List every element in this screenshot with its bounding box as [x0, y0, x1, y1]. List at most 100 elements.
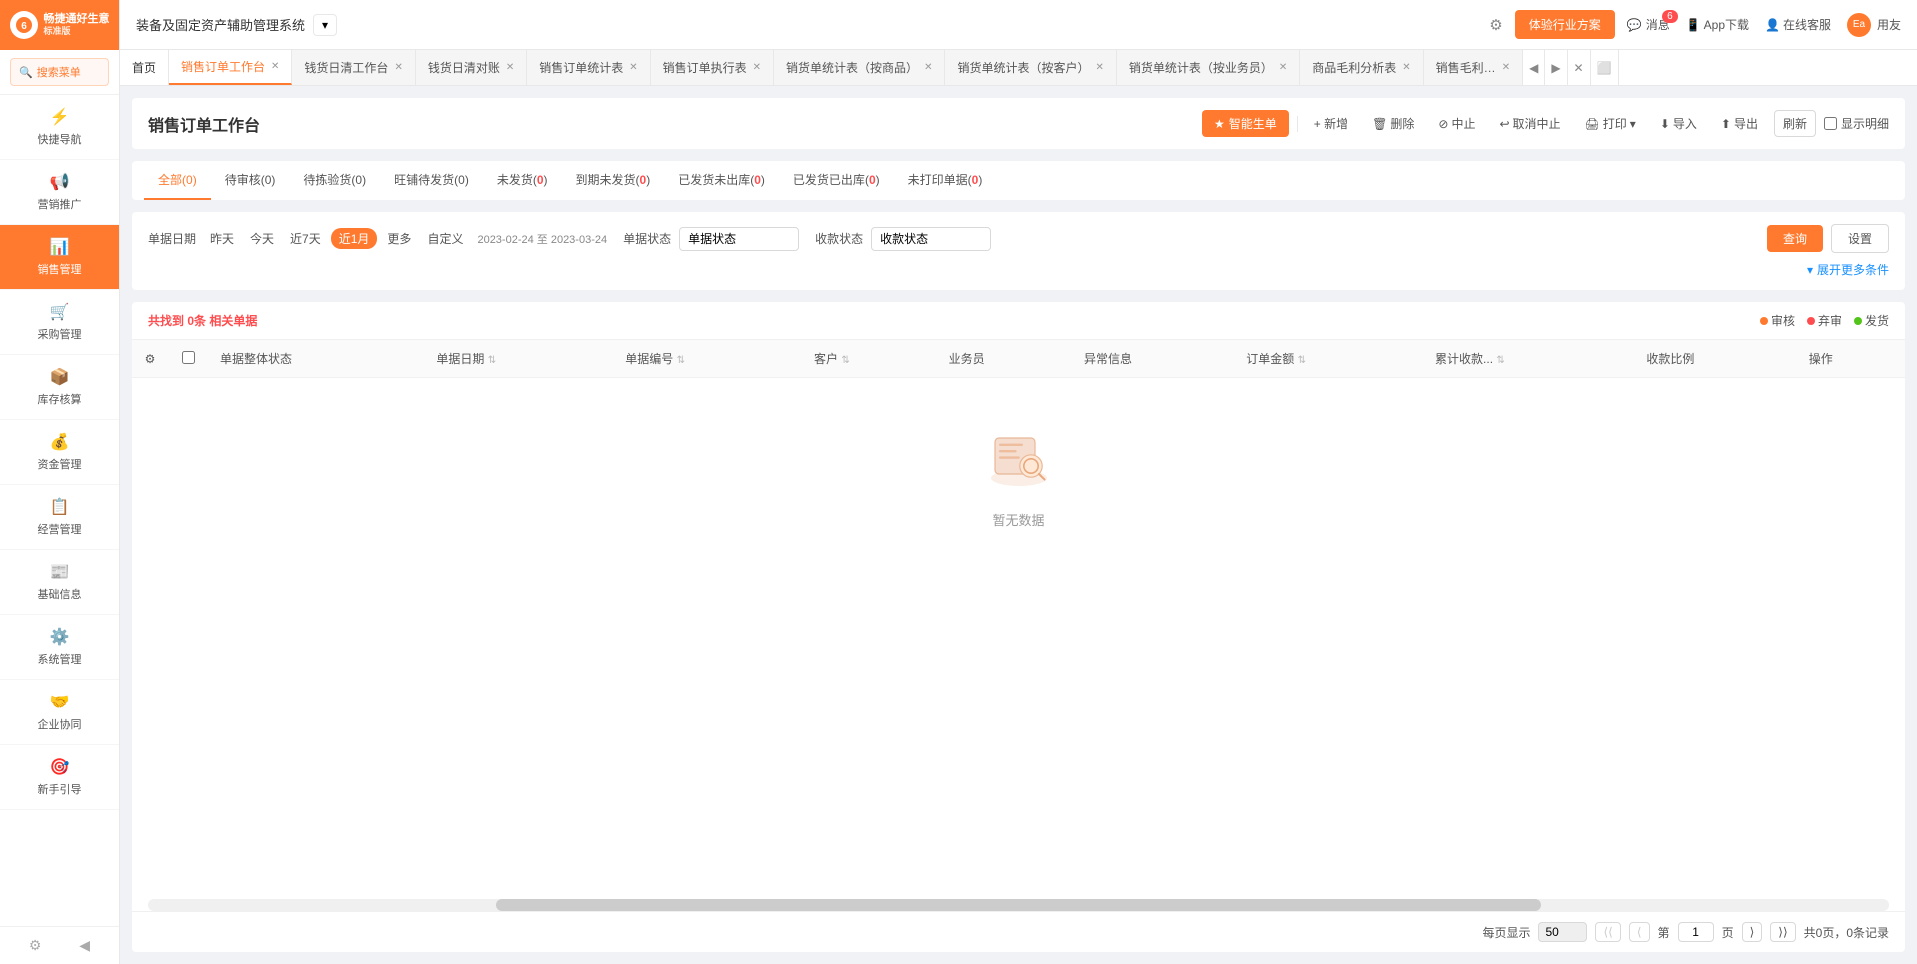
date-custom[interactable]: 自定义	[421, 228, 469, 249]
user-info: Ea 用友	[1847, 13, 1901, 37]
col-amount[interactable]: 订单金额 ⇅	[1234, 340, 1423, 378]
tab-order-exec[interactable]: 销售订单执行表 ✕	[651, 50, 774, 85]
col-customer[interactable]: 客户 ⇅	[802, 340, 937, 378]
tab-close-icon[interactable]: ✕	[1095, 62, 1103, 73]
subtab-unshipped[interactable]: 未发货(0)	[483, 161, 562, 200]
status-select[interactable]: 单据状态	[679, 227, 799, 251]
subtab-overdue-unshipped[interactable]: 到期未发货(0)	[562, 161, 665, 200]
sidebar-item-finance[interactable]: 💰 资金管理	[0, 420, 119, 485]
tab-reconcile[interactable]: 钱货日清对账 ✕	[416, 50, 527, 85]
expand-icon: ▾	[1807, 263, 1813, 277]
subtab-shipped-not-warehoused[interactable]: 已发货未出库(0)	[664, 161, 779, 200]
add-button[interactable]: + 新增	[1306, 111, 1356, 136]
select-all-checkbox[interactable]	[182, 351, 195, 364]
subtabs: 全部(0) 待审核(0) 待拣验货(0) 旺铺待发货(0) 未发货(0) 到期未…	[132, 161, 1905, 200]
sidebar-item-operations[interactable]: 📋 经营管理	[0, 485, 119, 550]
sidebar-item-guide[interactable]: 🎯 新手引导	[0, 745, 119, 810]
scrollbar-thumb[interactable]	[496, 899, 1541, 911]
cancel-review-button[interactable]: 弃审	[1807, 312, 1842, 329]
subtab-all[interactable]: 全部(0)	[144, 161, 211, 200]
expand-filter-button[interactable]: ▾ 展开更多条件	[1807, 261, 1889, 278]
page-prev-button[interactable]: ⟨	[1629, 922, 1650, 942]
date-yesterday[interactable]: 昨天	[204, 228, 240, 249]
settings-gear-icon[interactable]: ⚙	[1489, 16, 1502, 34]
online-service-link[interactable]: 👤 在线客服	[1765, 16, 1831, 33]
sidebar-item-system[interactable]: ⚙️ 系统管理	[0, 615, 119, 680]
set-button[interactable]: 设置	[1831, 224, 1889, 253]
tab-close-icon[interactable]: ✕	[506, 62, 514, 73]
import-button[interactable]: ⬇ 导入	[1652, 111, 1705, 136]
search-menu-button[interactable]: 🔍 搜索菜单	[10, 58, 109, 86]
date-7days[interactable]: 近7天	[284, 228, 327, 249]
tab-close-icon[interactable]: ✕	[753, 62, 761, 73]
tab-close-icon[interactable]: ✕	[629, 62, 637, 73]
horizontal-scrollbar[interactable]	[148, 899, 1889, 911]
ship-button[interactable]: 发货	[1854, 312, 1889, 329]
cancel-stop-button[interactable]: ↩ 取消中止	[1491, 111, 1568, 136]
subtab-pending-inspect[interactable]: 待拣验货(0)	[289, 161, 380, 200]
tab-close-all[interactable]: ✕	[1568, 50, 1591, 85]
page-first-button[interactable]: ⟨⟨	[1595, 922, 1620, 942]
solution-button[interactable]: 体验行业方案	[1515, 10, 1615, 39]
print-button[interactable]: 🖨 打印 ▾	[1577, 111, 1644, 136]
col-number[interactable]: 单据编号 ⇅	[613, 340, 802, 378]
tab-sales-order[interactable]: 销售订单工作台 ✕	[169, 50, 292, 85]
tab-close-icon[interactable]: ✕	[1279, 62, 1287, 73]
smart-create-button[interactable]: ★ 智能生单	[1202, 110, 1289, 137]
sidebar-item-sales[interactable]: 📊 销售管理	[0, 225, 119, 290]
col-settings[interactable]: ⚙	[132, 340, 168, 378]
message-badge[interactable]: 💬 消息 6	[1627, 16, 1670, 33]
collapse-button[interactable]: ◀	[79, 937, 90, 954]
sidebar-item-inventory[interactable]: 📦 库存核算	[0, 355, 119, 420]
tab-sale-product[interactable]: 销货单统计表（按商品） ✕	[774, 50, 945, 85]
col-date[interactable]: 单据日期 ⇅	[424, 340, 613, 378]
tab-close-icon[interactable]: ✕	[1502, 62, 1510, 73]
tab-close-icon[interactable]: ✕	[924, 62, 932, 73]
tab-nav-prev[interactable]: ◀	[1523, 50, 1545, 85]
tab-sale-staff[interactable]: 销货单统计表（按业务员） ✕	[1117, 50, 1300, 85]
date-1month[interactable]: 近1月	[331, 228, 378, 249]
page-input[interactable]	[1678, 922, 1714, 942]
sidebar-item-basic-info[interactable]: 📰 基础信息	[0, 550, 119, 615]
per-page-select[interactable]: 50 100 200	[1538, 922, 1587, 942]
export-button[interactable]: ⬆ 导出	[1713, 111, 1766, 136]
tab-sale-profit[interactable]: 销售毛利… ✕	[1424, 50, 1523, 85]
page-next-button[interactable]: ⟩	[1742, 922, 1763, 942]
review-button[interactable]: 审核	[1760, 312, 1795, 329]
sidebar-item-purchase[interactable]: 🛒 采购管理	[0, 290, 119, 355]
subtab-wangpu[interactable]: 旺铺待发货(0)	[380, 161, 483, 200]
tab-sale-customer[interactable]: 销货单统计表（按客户） ✕	[945, 50, 1116, 85]
date-today[interactable]: 今天	[244, 228, 280, 249]
tab-close-icon[interactable]: ✕	[271, 61, 279, 72]
show-detail-checkbox[interactable]	[1824, 117, 1837, 130]
date-filter-group: 单据日期 昨天 今天 近7天 近1月 更多 自定义 2023-02-24 至 2…	[148, 228, 607, 249]
subtab-unprinted[interactable]: 未打印单据(0)	[894, 161, 997, 200]
tab-home[interactable]: 首页	[120, 50, 169, 85]
payment-select[interactable]: 收款状态	[871, 227, 991, 251]
settings-button[interactable]: ⚙	[29, 937, 42, 954]
tab-nav-next[interactable]: ▶	[1545, 50, 1567, 85]
delete-icon: 🗑	[1372, 117, 1387, 131]
tab-profit[interactable]: 商品毛利分析表 ✕	[1300, 50, 1423, 85]
tab-close-icon[interactable]: ✕	[1402, 62, 1410, 73]
tab-close-icon[interactable]: ✕	[394, 62, 402, 73]
subtab-pending-review[interactable]: 待审核(0)	[211, 161, 290, 200]
page-last-button[interactable]: ⟩⟩	[1770, 922, 1795, 942]
tab-daily-clear[interactable]: 钱货日清工作台 ✕	[292, 50, 415, 85]
logo-text: 畅捷通好生意 标准版	[44, 12, 110, 38]
sidebar-item-quick-nav[interactable]: ⚡ 快捷导航	[0, 95, 119, 160]
stop-button[interactable]: ⊘ 中止	[1430, 111, 1483, 136]
refresh-button[interactable]: 刷新	[1774, 110, 1816, 137]
col-collected[interactable]: 累计收款... ⇅	[1423, 340, 1634, 378]
tab-order-stats[interactable]: 销售订单统计表 ✕	[527, 50, 650, 85]
sidebar-item-enterprise[interactable]: 🤝 企业协同	[0, 680, 119, 745]
col-checkbox[interactable]	[168, 340, 208, 378]
query-button[interactable]: 查询	[1767, 225, 1823, 252]
subtab-shipped-warehoused[interactable]: 已发货已出库(0)	[779, 161, 894, 200]
app-download-link[interactable]: 📱 App下载	[1686, 16, 1749, 33]
tab-maximize[interactable]: ⬜	[1591, 50, 1619, 85]
delete-button[interactable]: 🗑 删除	[1364, 111, 1422, 136]
date-more[interactable]: 更多	[381, 228, 417, 249]
sidebar-item-marketing[interactable]: 📢 营销推广	[0, 160, 119, 225]
system-dropdown[interactable]: ▾	[313, 14, 337, 36]
